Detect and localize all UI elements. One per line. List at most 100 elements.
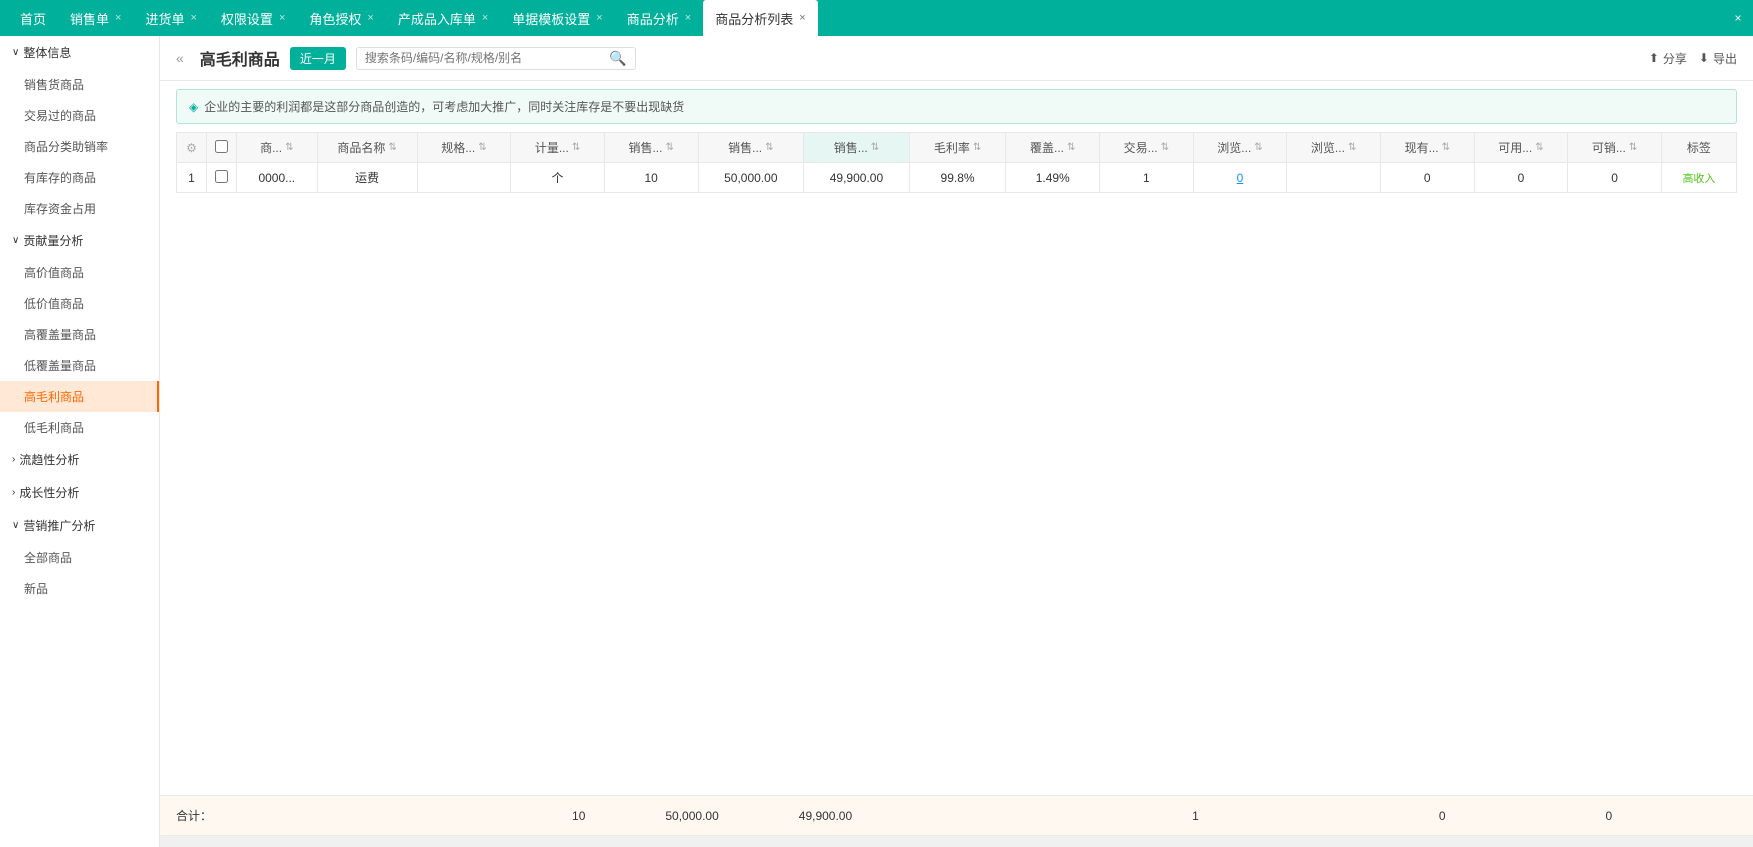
sidebar-item-new-goods[interactable]: 新品	[0, 573, 159, 604]
th-spec[interactable]: 规格... ⇅	[417, 133, 511, 163]
th-unit[interactable]: 计量... ⇅	[511, 133, 605, 163]
share-btn[interactable]: ⬆ 分享	[1649, 50, 1687, 67]
sidebar-collapse-btn[interactable]: «	[176, 50, 184, 66]
th-sales2[interactable]: 销售... ⇅	[698, 133, 804, 163]
info-icon: ◈	[189, 100, 198, 114]
close-icon[interactable]: ×	[799, 12, 805, 24]
nav-product-analysis-list[interactable]: 商品分析列表 ×	[703, 0, 817, 36]
th-settings[interactable]: ⚙	[177, 133, 207, 163]
sidebar-item-in-stock-goods[interactable]: 有库存的商品	[0, 162, 159, 193]
collapse-arrow-icon: ∨	[12, 520, 19, 531]
th-gross-rate[interactable]: 毛利率 ⇅	[909, 133, 1006, 163]
sort-icon: ⇅	[1629, 142, 1637, 153]
sidebar-group-marketing[interactable]: ∨ 营销推广分析	[0, 509, 159, 542]
nav-product-analysis[interactable]: 商品分析 ×	[615, 0, 703, 36]
info-banner: ◈ 企业的主要的利润都是这部分商品创造的，可考虑加大推广，同时关注库存是不要出现…	[176, 89, 1737, 124]
row-sales1: 10	[604, 163, 698, 193]
th-stock3[interactable]: 可销... ⇅	[1568, 133, 1662, 163]
row-transactions: 1	[1100, 163, 1194, 193]
row-select-checkbox[interactable]	[215, 170, 228, 183]
th-coverage[interactable]: 覆盖... ⇅	[1006, 133, 1100, 163]
sidebar-item-low-value[interactable]: 低价值商品	[0, 288, 159, 319]
sidebar-item-low-margin[interactable]: 低毛利商品	[0, 412, 159, 443]
collapse-arrow-icon: ∨	[12, 235, 19, 246]
collapse-arrow-icon: ∨	[12, 47, 19, 58]
th-tag: 标签	[1661, 133, 1736, 163]
row-checkbox	[207, 163, 237, 193]
collapse-arrow-icon: ›	[12, 487, 15, 498]
row-browse1[interactable]: 0	[1193, 163, 1287, 193]
select-all-checkbox[interactable]	[215, 140, 228, 153]
sort-icon: ⇅	[973, 142, 981, 153]
sidebar-group-trend[interactable]: › 流趋性分析	[0, 443, 159, 476]
close-icon[interactable]: ×	[685, 12, 691, 24]
top-navigation: 首页 销售单 × 进货单 × 权限设置 × 角色授权 × 产成品入库单 × 单据…	[0, 0, 1753, 36]
export-btn[interactable]: ⬇ 导出	[1699, 50, 1737, 67]
search-icon[interactable]: 🔍	[609, 50, 626, 67]
sort-icon: ⇅	[478, 142, 486, 153]
content-area: « 高毛利商品 近一月 🔍 ⬆ 分享 ⬇ 导出 ◈ 企业的主要	[160, 36, 1753, 847]
search-box: 🔍	[356, 47, 636, 70]
export-icon: ⬇	[1699, 51, 1709, 65]
row-stock3: 0	[1568, 163, 1662, 193]
sidebar-group-overall[interactable]: ∨ 整体信息	[0, 36, 159, 69]
nav-sales-order[interactable]: 销售单 ×	[58, 0, 133, 36]
sidebar-item-all-goods[interactable]: 全部商品	[0, 542, 159, 573]
th-sales1[interactable]: 销售... ⇅	[604, 133, 698, 163]
th-code[interactable]: 商... ⇅	[237, 133, 318, 163]
sidebar-item-high-margin[interactable]: 高毛利商品	[0, 381, 159, 412]
th-browse1[interactable]: 浏览... ⇅	[1193, 133, 1287, 163]
nav-home[interactable]: 首页	[8, 0, 58, 36]
sort-icon: ⇅	[871, 142, 879, 153]
th-browse2[interactable]: 浏览... ⇅	[1287, 133, 1381, 163]
sort-icon: ⇅	[388, 142, 396, 153]
nav-permissions[interactable]: 权限设置 ×	[209, 0, 297, 36]
th-name[interactable]: 商品名称 ⇅	[317, 133, 417, 163]
th-stock2[interactable]: 可用... ⇅	[1474, 133, 1568, 163]
horizontal-scrollbar[interactable]	[160, 835, 1753, 847]
nav-purchase-order[interactable]: 进货单 ×	[133, 0, 208, 36]
sidebar-item-sales-goods[interactable]: 销售货商品	[0, 69, 159, 100]
sidebar: ∨ 整体信息 销售货商品 交易过的商品 商品分类助销率 有库存的商品 库存资金占…	[0, 36, 160, 847]
sidebar-group-growth[interactable]: › 成长性分析	[0, 476, 159, 509]
close-icon[interactable]: ×	[596, 12, 602, 24]
settings-icon[interactable]: ⚙	[186, 141, 197, 155]
table-container: ⚙ 商... ⇅ 商品名称	[160, 132, 1753, 795]
sort-icon: ⇅	[1067, 142, 1075, 153]
th-stock1[interactable]: 现有... ⇅	[1380, 133, 1474, 163]
window-controls: ×	[1731, 11, 1745, 25]
sidebar-item-low-coverage[interactable]: 低覆盖量商品	[0, 350, 159, 381]
close-icon[interactable]: ×	[279, 12, 285, 24]
content-header: « 高毛利商品 近一月 🔍 ⬆ 分享 ⬇ 导出	[160, 36, 1753, 81]
search-input[interactable]	[365, 51, 610, 65]
header-actions: ⬆ 分享 ⬇ 导出	[1649, 50, 1737, 67]
row-stock2: 0	[1474, 163, 1568, 193]
nav-role-auth[interactable]: 角色授权 ×	[297, 0, 385, 36]
sort-icon: ⇅	[572, 142, 580, 153]
sort-icon: ⇅	[1161, 142, 1169, 153]
th-sales3[interactable]: 销售... ⇅	[804, 133, 910, 163]
sidebar-group-contribution[interactable]: ∨ 贡献量分析	[0, 224, 159, 257]
close-icon[interactable]: ×	[367, 12, 373, 24]
nav-template-settings[interactable]: 单据模板设置 ×	[500, 0, 614, 36]
sidebar-item-category-sales-rate[interactable]: 商品分类助销率	[0, 131, 159, 162]
th-transactions[interactable]: 交易... ⇅	[1100, 133, 1194, 163]
nav-product-inbound[interactable]: 产成品入库单 ×	[386, 0, 500, 36]
close-icon[interactable]: ×	[482, 12, 488, 24]
page-title: 高毛利商品	[200, 46, 280, 70]
row-spec	[417, 163, 511, 193]
filter-recent-month-btn[interactable]: 近一月	[290, 47, 346, 70]
sort-icon: ⇅	[1442, 142, 1450, 153]
row-gross-rate: 99.8%	[909, 163, 1006, 193]
close-icon[interactable]: ×	[190, 12, 196, 24]
row-code: 0000...	[237, 163, 318, 193]
sidebar-item-traded-goods[interactable]: 交易过的商品	[0, 100, 159, 131]
sidebar-item-high-value[interactable]: 高价值商品	[0, 257, 159, 288]
data-table: ⚙ 商... ⇅ 商品名称	[176, 132, 1737, 193]
close-icon[interactable]: ×	[115, 12, 121, 24]
sidebar-item-stock-capital[interactable]: 库存资金占用	[0, 193, 159, 224]
sort-icon: ⇅	[1254, 142, 1262, 153]
main-layout: ∨ 整体信息 销售货商品 交易过的商品 商品分类助销率 有库存的商品 库存资金占…	[0, 36, 1753, 847]
sidebar-item-high-coverage[interactable]: 高覆盖量商品	[0, 319, 159, 350]
window-close-btn[interactable]: ×	[1731, 11, 1745, 25]
